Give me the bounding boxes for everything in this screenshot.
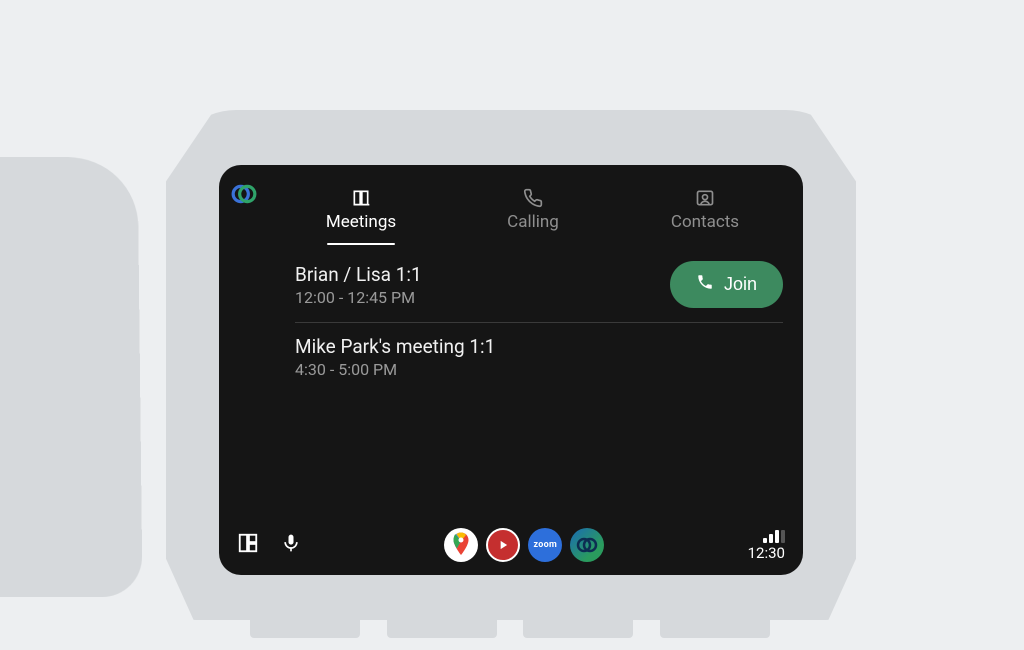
contacts-icon xyxy=(694,187,716,209)
meeting-title: Mike Park's meeting 1:1 xyxy=(295,335,495,358)
meeting-list: Brian / Lisa 1:1 12:00 - 12:45 PM Join M… xyxy=(219,243,803,521)
meeting-row[interactable]: Mike Park's meeting 1:1 4:30 - 5:00 PM xyxy=(295,323,783,393)
tab-contacts-label: Contacts xyxy=(671,212,739,232)
bottom-bar: zoom 12:30 xyxy=(219,521,803,575)
zoom-label: zoom xyxy=(533,540,557,550)
meeting-time: 12:00 - 12:45 PM xyxy=(295,288,422,307)
meeting-row[interactable]: Brian / Lisa 1:1 12:00 - 12:45 PM Join xyxy=(295,249,783,323)
dock: zoom xyxy=(444,528,604,562)
tab-meetings-label: Meetings xyxy=(326,212,396,232)
tab-calling[interactable]: Calling xyxy=(447,175,619,243)
dock-app-maps[interactable] xyxy=(444,528,478,562)
dock-app-youtube[interactable] xyxy=(486,528,520,562)
mic-icon[interactable] xyxy=(281,533,301,557)
webex-logo-icon xyxy=(231,175,275,243)
join-button[interactable]: Join xyxy=(670,261,783,308)
meeting-info: Mike Park's meeting 1:1 4:30 - 5:00 PM xyxy=(295,335,495,379)
dock-app-webex[interactable] xyxy=(570,528,604,562)
tab-contacts[interactable]: Contacts xyxy=(619,175,791,243)
meeting-title: Brian / Lisa 1:1 xyxy=(295,263,422,286)
calling-icon xyxy=(522,187,544,209)
tab-calling-label: Calling xyxy=(507,212,559,232)
launcher-icon[interactable] xyxy=(237,532,259,558)
meetings-icon xyxy=(350,187,372,209)
car-display-screen: Meetings Calling Contacts xyxy=(219,165,803,575)
dock-app-zoom[interactable]: zoom xyxy=(528,528,562,562)
signal-icon xyxy=(763,529,785,543)
status-clock: 12:30 xyxy=(748,544,785,562)
top-tabs: Meetings Calling Contacts xyxy=(219,165,803,243)
join-label: Join xyxy=(724,274,757,295)
meeting-time: 4:30 - 5:00 PM xyxy=(295,360,495,379)
tab-meetings[interactable]: Meetings xyxy=(275,175,447,243)
phone-icon xyxy=(696,273,714,296)
meeting-info: Brian / Lisa 1:1 12:00 - 12:45 PM xyxy=(295,263,422,307)
